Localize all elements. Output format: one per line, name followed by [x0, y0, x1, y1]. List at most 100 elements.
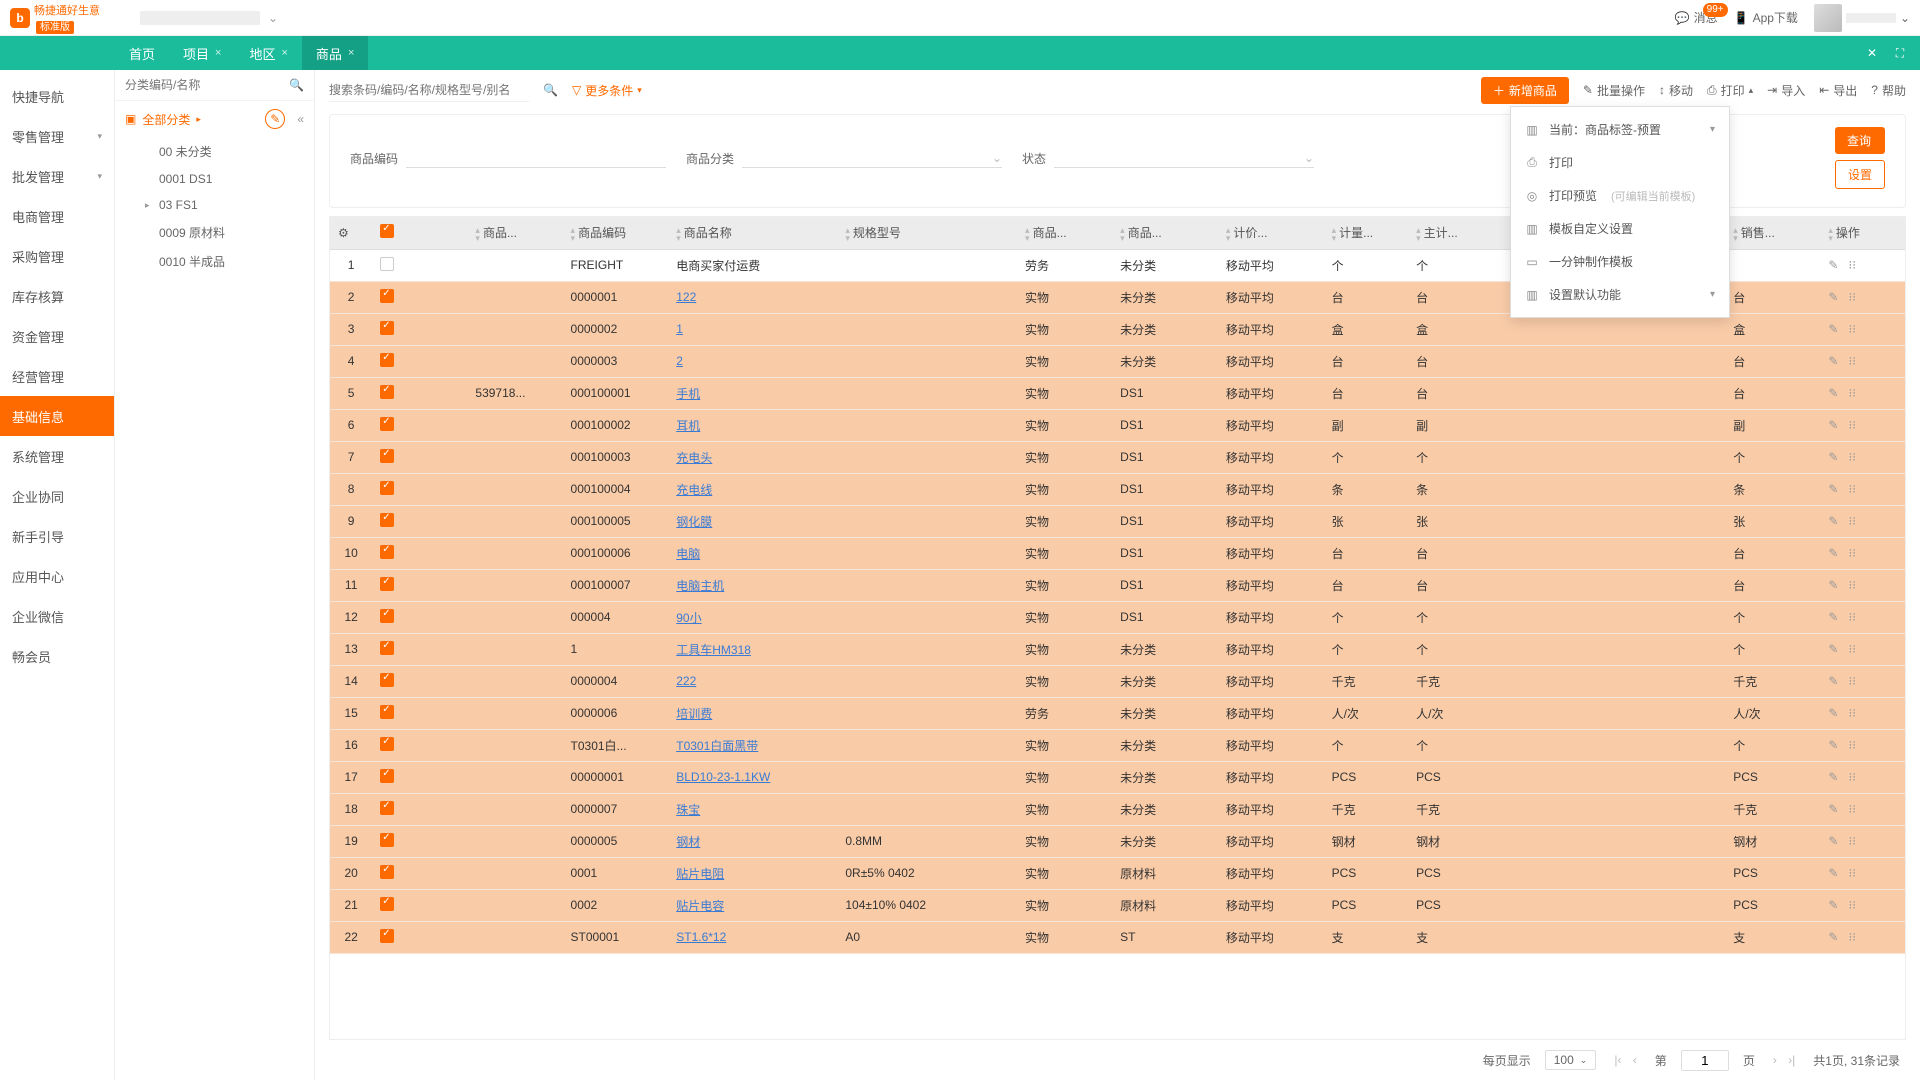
print-menu-item[interactable]: ▭一分钟制作模板 [1511, 245, 1729, 278]
product-name-link[interactable]: 电脑主机 [676, 579, 724, 593]
row-checkbox[interactable] [380, 545, 394, 559]
category-item[interactable]: 00 未分类 [125, 137, 314, 166]
product-name-link[interactable]: BLD10-23-1.1KW [676, 770, 770, 784]
column-header[interactable] [415, 217, 468, 249]
table-row[interactable]: 8000100004充电线实物DS1移动平均条条条✎⁝⁝ [330, 473, 1905, 505]
first-page-button[interactable]: |‹ [1610, 1053, 1625, 1067]
export-button[interactable]: ⇤导出 [1819, 82, 1857, 99]
tab-close-icon[interactable]: × [348, 47, 354, 59]
help-button[interactable]: ?帮助 [1871, 82, 1906, 99]
user-menu[interactable]: ⌄ [1814, 4, 1910, 32]
row-more-icon[interactable]: ⁝⁝ [1848, 578, 1856, 592]
print-menu-item[interactable]: ▥模板自定义设置 [1511, 212, 1729, 245]
product-name-link[interactable]: 222 [676, 674, 696, 688]
sidebar-item-资金管理[interactable]: 资金管理 [0, 316, 114, 356]
table-row[interactable]: 150000006培训费劳务未分类移动平均人/次人/次人/次✎⁝⁝ [330, 697, 1905, 729]
sidebar-item-系统管理[interactable]: 系统管理 [0, 436, 114, 476]
row-edit-icon[interactable]: ✎ [1828, 514, 1838, 528]
page-input[interactable] [1690, 1053, 1720, 1068]
product-name-link[interactable]: 充电线 [676, 483, 712, 497]
row-more-icon[interactable]: ⁝⁝ [1848, 898, 1856, 912]
row-checkbox[interactable] [380, 417, 394, 431]
query-button[interactable]: 查询 [1835, 127, 1885, 154]
table-row[interactable]: 7000100003充电头实物DS1移动平均个个个✎⁝⁝ [330, 441, 1905, 473]
row-edit-icon[interactable]: ✎ [1828, 898, 1838, 912]
messages-button[interactable]: 💬 消息 99+ [1675, 9, 1718, 26]
product-name-link[interactable]: 贴片电阻 [676, 867, 724, 881]
filter-status-select[interactable]: ⌄ [1054, 148, 1314, 168]
row-checkbox[interactable] [380, 673, 394, 687]
filter-code-input[interactable] [406, 148, 666, 168]
batch-op-button[interactable]: ✎批量操作 [1583, 82, 1645, 99]
row-edit-icon[interactable]: ✎ [1828, 418, 1838, 432]
column-header[interactable]: ▴▾销售... [1725, 217, 1820, 249]
product-name-link[interactable]: 耳机 [676, 419, 700, 433]
column-header[interactable]: ▴▾商品... [1017, 217, 1112, 249]
column-header[interactable]: ▴▾计价... [1218, 217, 1324, 249]
row-more-icon[interactable]: ⁝⁝ [1848, 258, 1856, 272]
row-edit-icon[interactable]: ✎ [1828, 354, 1838, 368]
search-icon[interactable]: 🔍 [543, 83, 558, 97]
gear-icon[interactable]: ⚙ [338, 226, 349, 240]
tab-close-icon[interactable]: × [281, 47, 287, 59]
row-edit-icon[interactable]: ✎ [1828, 290, 1838, 304]
table-row[interactable]: 400000032实物未分类移动平均台台台✎⁝⁝ [330, 345, 1905, 377]
row-edit-icon[interactable]: ✎ [1828, 450, 1838, 464]
table-row[interactable]: 180000007珠宝实物未分类移动平均千克千克千克✎⁝⁝ [330, 793, 1905, 825]
column-header[interactable]: ▴▾计量... [1324, 217, 1409, 249]
edit-category-button[interactable]: ✎ [265, 109, 285, 129]
row-edit-icon[interactable]: ✎ [1828, 482, 1838, 496]
table-row[interactable]: 10000100006电脑实物DS1移动平均台台台✎⁝⁝ [330, 537, 1905, 569]
product-name-link[interactable]: 90小 [676, 611, 701, 625]
table-row[interactable]: 200001贴片电阻0R±5% 0402实物原材料移动平均PCSPCSPCS✎⁝… [330, 857, 1905, 889]
row-checkbox[interactable] [380, 481, 394, 495]
product-name-link[interactable]: 工具车HM318 [676, 643, 751, 657]
row-more-icon[interactable]: ⁝⁝ [1848, 930, 1856, 944]
print-button[interactable]: ⎙打印 ▴ [1707, 82, 1753, 99]
sidebar-item-应用中心[interactable]: 应用中心 [0, 556, 114, 596]
row-more-icon[interactable]: ⁝⁝ [1848, 610, 1856, 624]
product-name-link[interactable]: 珠宝 [676, 803, 700, 817]
column-header[interactable]: ▴▾规格型号 [837, 217, 1017, 249]
column-header[interactable]: ▴▾商品... [1112, 217, 1218, 249]
product-name-link[interactable]: T0301白面黑带 [676, 739, 758, 753]
row-more-icon[interactable]: ⁝⁝ [1848, 546, 1856, 560]
row-checkbox[interactable] [380, 321, 394, 335]
row-more-icon[interactable]: ⁝⁝ [1848, 770, 1856, 784]
row-checkbox[interactable] [380, 353, 394, 367]
table-row[interactable]: 1200000490小实物DS1移动平均个个个✎⁝⁝ [330, 601, 1905, 633]
per-page-select[interactable]: 100 ⌄ [1545, 1050, 1597, 1070]
row-edit-icon[interactable]: ✎ [1828, 834, 1838, 848]
column-header[interactable] [372, 217, 414, 249]
filter-category-select[interactable]: ⌄ [742, 148, 1002, 168]
fullscreen-icon[interactable]: ⛶ [1890, 46, 1910, 61]
category-item[interactable]: 0001 DS1 [125, 166, 314, 192]
row-checkbox[interactable] [380, 897, 394, 911]
row-checkbox[interactable] [380, 737, 394, 751]
table-row[interactable]: 140000004222实物未分类移动平均千克千克千克✎⁝⁝ [330, 665, 1905, 697]
table-row[interactable]: 1700000001BLD10-23-1.1KW实物未分类移动平均PCSPCSP… [330, 761, 1905, 793]
row-checkbox[interactable] [380, 257, 394, 271]
row-checkbox[interactable] [380, 769, 394, 783]
product-name-link[interactable]: 电脑 [676, 547, 700, 561]
category-search-input[interactable] [125, 78, 283, 92]
tab-close-icon[interactable]: × [215, 47, 221, 59]
category-item[interactable]: 0010 半成品 [125, 247, 314, 276]
table-row[interactable]: 131工具车HM318实物未分类移动平均个个个✎⁝⁝ [330, 633, 1905, 665]
row-checkbox[interactable] [380, 449, 394, 463]
product-name-link[interactable]: ST1.6*12 [676, 930, 726, 944]
row-edit-icon[interactable]: ✎ [1828, 322, 1838, 336]
product-name-link[interactable]: 2 [676, 354, 683, 368]
category-item[interactable]: ▸03 FS1 [125, 192, 314, 218]
column-header[interactable]: ▴▾商品编码 [563, 217, 669, 249]
print-menu-item[interactable]: ⎙打印 [1511, 146, 1729, 179]
sidebar-item-采购管理[interactable]: 采购管理 [0, 236, 114, 276]
row-edit-icon[interactable]: ✎ [1828, 258, 1838, 272]
move-button[interactable]: ↕移动 [1659, 82, 1693, 99]
collapse-panel-icon[interactable]: « [297, 112, 304, 126]
row-edit-icon[interactable]: ✎ [1828, 770, 1838, 784]
row-checkbox[interactable] [380, 929, 394, 943]
sidebar-item-畅会员[interactable]: 畅会员 [0, 636, 114, 676]
sidebar-item-快捷导航[interactable]: 快捷导航 [0, 76, 114, 116]
column-header[interactable]: ▴▾操作 [1820, 217, 1905, 249]
